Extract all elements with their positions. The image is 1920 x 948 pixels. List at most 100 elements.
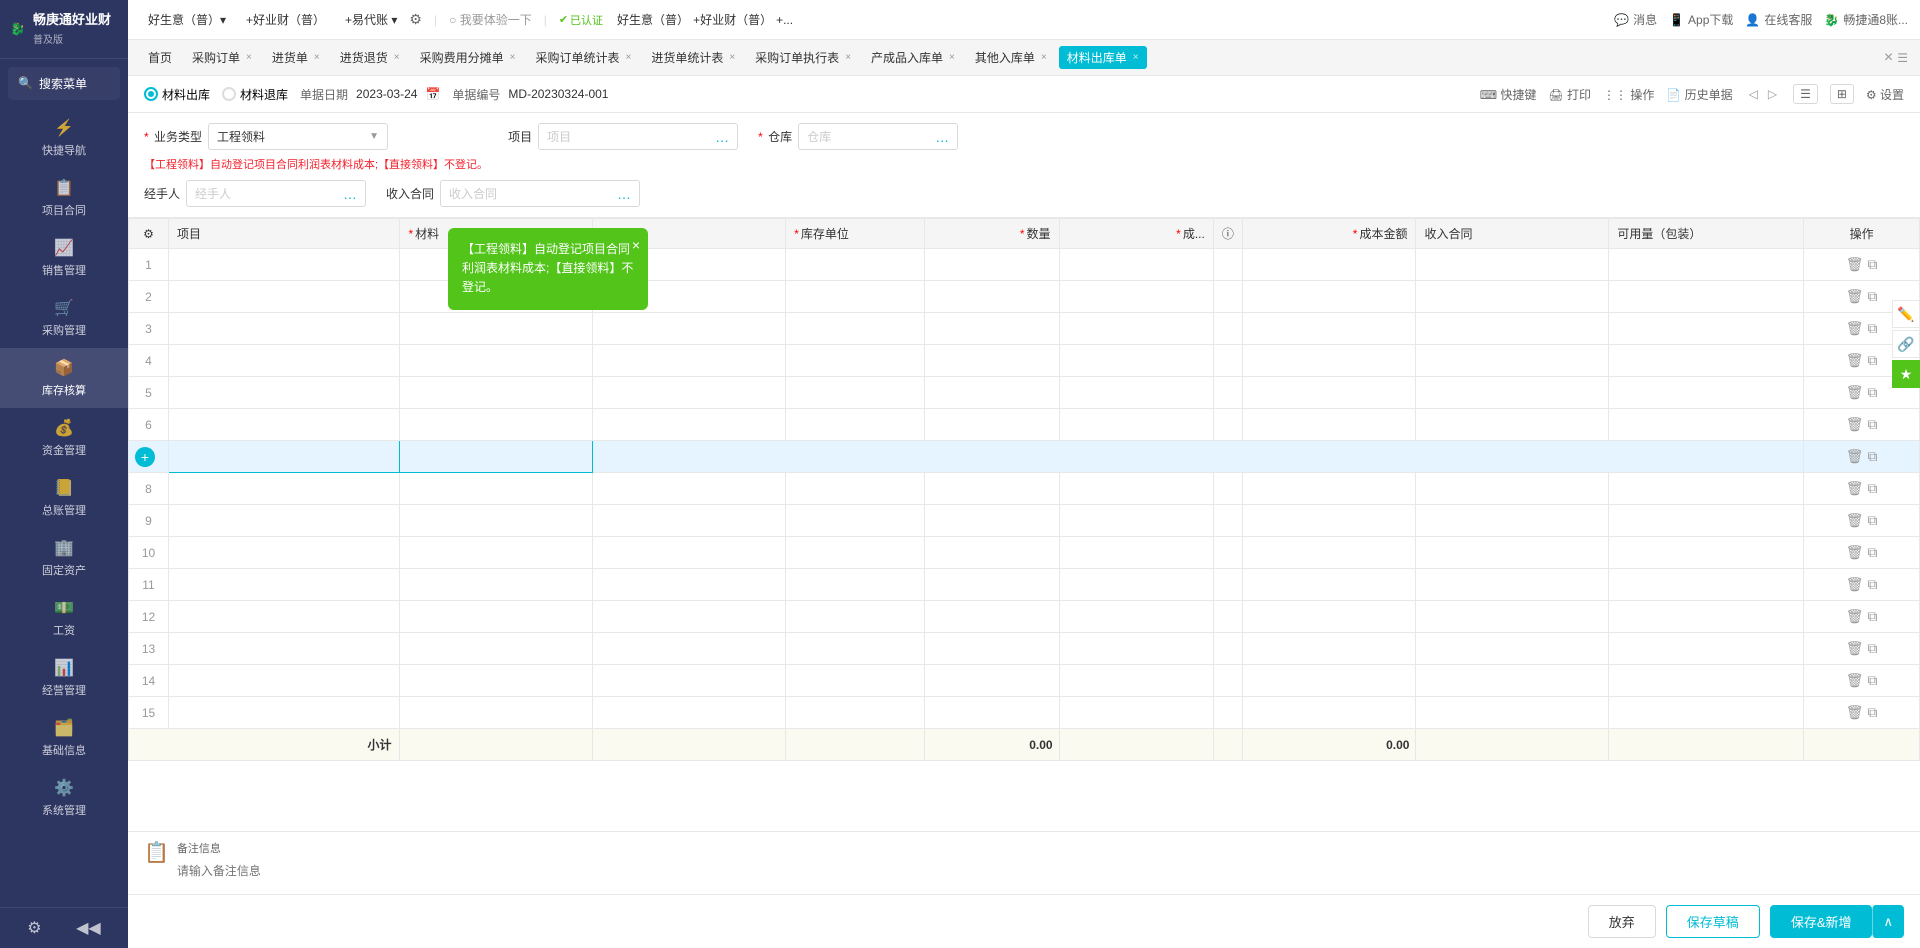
row14-delete[interactable]: 🗑 — [1846, 672, 1864, 689]
row1-amount[interactable] — [1242, 249, 1416, 281]
row1-cost[interactable] — [1059, 249, 1213, 281]
topbar-finance2[interactable]: +好业财（普） — [693, 11, 772, 28]
row9-copy[interactable]: ⧉ — [1867, 512, 1877, 529]
row4-delete-btn[interactable]: 🗑 — [1846, 352, 1864, 369]
radio-material-return[interactable]: 材料退库 — [222, 86, 288, 103]
sidebar-item-base[interactable]: 🗂️ 基础信息 — [0, 708, 128, 768]
print-btn[interactable]: 🖨 打印 — [1548, 86, 1591, 103]
tab-material-out[interactable]: 材料出库单 × — [1059, 46, 1147, 69]
tab-home[interactable]: 首页 — [140, 46, 180, 69]
tab-finished-goods[interactable]: 产成品入库单 × — [863, 46, 963, 69]
row4-unit[interactable] — [786, 345, 924, 377]
settings-bottom-icon[interactable]: ⚙ — [27, 918, 41, 938]
tab-inbound-return[interactable]: 进货退货 × — [332, 46, 408, 69]
add-row-col2[interactable] — [400, 441, 593, 473]
sidebar-item-inventory[interactable]: 📦 库存核算 — [0, 348, 128, 408]
income-contract-input[interactable]: 收入合同 … — [440, 180, 640, 207]
row2-amount[interactable] — [1242, 281, 1416, 313]
row1-qty[interactable] — [924, 249, 1059, 281]
row2-unit[interactable] — [786, 281, 924, 313]
tab-purchase-fee[interactable]: 采购费用分摊单 × — [412, 46, 524, 69]
topbar-more[interactable]: +... — [776, 13, 793, 27]
row15-delete[interactable]: 🗑 — [1846, 704, 1864, 721]
row5-spec[interactable] — [593, 377, 786, 409]
side-icon-link[interactable]: 🔗 — [1892, 330, 1920, 358]
row4-contract[interactable] — [1416, 345, 1609, 377]
th-settings[interactable]: ⚙ — [129, 219, 169, 249]
row6-qty[interactable] — [924, 409, 1059, 441]
topbar-eztax[interactable]: +易代账 ▾ — [337, 7, 405, 32]
row6-cost[interactable] — [1059, 409, 1213, 441]
row5-unit[interactable] — [786, 377, 924, 409]
income-contract-dots-btn[interactable]: … — [617, 186, 631, 202]
row2-qty[interactable] — [924, 281, 1059, 313]
calendar-icon[interactable]: 📅 — [425, 87, 440, 101]
topbar-goodbiz[interactable]: 好生意（普）▾ — [140, 7, 234, 32]
warehouse-input[interactable]: 仓库 … — [798, 123, 958, 150]
project-dots-btn[interactable]: … — [715, 129, 729, 145]
tab-more-options[interactable]: ☰ — [1897, 51, 1908, 65]
row11-delete[interactable]: 🗑 — [1846, 576, 1864, 593]
row6-spec[interactable] — [593, 409, 786, 441]
row1-unit[interactable] — [786, 249, 924, 281]
row3-copy-btn[interactable]: ⧉ — [1867, 320, 1877, 337]
tab-purchase-order[interactable]: 采购订单 × — [184, 46, 260, 69]
prev-arrow[interactable]: ◁ — [1745, 85, 1762, 103]
tab-other-inbound[interactable]: 其他入库单 × — [967, 46, 1055, 69]
remarks-input[interactable] — [177, 856, 332, 886]
sidebar-search[interactable]: 🔍 搜索菜单 — [8, 67, 120, 100]
row6-amount[interactable] — [1242, 409, 1416, 441]
handler-dots-btn[interactable]: … — [343, 186, 357, 202]
row1-copy-btn[interactable]: ⧉ — [1867, 256, 1877, 273]
operation-btn[interactable]: ⋮⋮ 操作 — [1603, 86, 1654, 103]
row5-qty[interactable] — [924, 377, 1059, 409]
sidebar-item-ledger[interactable]: 📒 总账管理 — [0, 468, 128, 528]
sidebar-item-fixed[interactable]: 🏢 固定资产 — [0, 528, 128, 588]
row5-contract[interactable] — [1416, 377, 1609, 409]
row3-project[interactable] — [169, 313, 400, 345]
date-value[interactable]: 2023-03-24 — [356, 87, 417, 101]
row15-copy[interactable]: ⧉ — [1867, 704, 1877, 721]
row4-material[interactable] — [400, 345, 593, 377]
row3-unit[interactable] — [786, 313, 924, 345]
sidebar-item-salary[interactable]: 💵 工资 — [0, 588, 128, 648]
collapse-icon[interactable]: ◀◀ — [76, 918, 101, 938]
side-icon-star[interactable]: ★ — [1892, 360, 1920, 388]
list-view-btn[interactable]: ☰ — [1793, 84, 1818, 104]
row2-cost[interactable] — [1059, 281, 1213, 313]
row6-copy-btn[interactable]: ⧉ — [1867, 416, 1877, 433]
row5-cost[interactable] — [1059, 377, 1213, 409]
sidebar-item-purchase[interactable]: 🛒 采购管理 — [0, 288, 128, 348]
draft-button[interactable]: 保存草稿 — [1666, 905, 1760, 938]
row3-material[interactable] — [400, 313, 593, 345]
row1-delete-btn[interactable]: 🗑 — [1846, 256, 1864, 273]
row9-delete[interactable]: 🗑 — [1846, 512, 1864, 529]
side-icon-edit[interactable]: ✏️ — [1892, 300, 1920, 328]
row6-material[interactable] — [400, 409, 593, 441]
tooltip-close-btn[interactable]: × — [632, 234, 640, 256]
add-row-delete-btn[interactable]: 🗑 — [1846, 448, 1864, 465]
row12-copy[interactable]: ⧉ — [1867, 608, 1877, 625]
sidebar-item-system[interactable]: ⚙️ 系统管理 — [0, 768, 128, 828]
row6-delete-btn[interactable]: 🗑 — [1846, 416, 1864, 433]
topbar-experience[interactable]: ○ 我要体验一下 — [449, 11, 532, 28]
row4-copy-btn[interactable]: ⧉ — [1867, 352, 1877, 369]
row11-copy[interactable]: ⧉ — [1867, 576, 1877, 593]
row10-delete[interactable]: 🗑 — [1846, 544, 1864, 561]
sidebar-item-project[interactable]: 📋 项目合同 — [0, 168, 128, 228]
row5-project[interactable] — [169, 377, 400, 409]
row6-unit[interactable] — [786, 409, 924, 441]
radio-material-out[interactable]: 材料出库 — [144, 86, 210, 103]
warehouse-dots-btn[interactable]: … — [935, 129, 949, 145]
settings-form-btn[interactable]: ⚙ 设置 — [1866, 86, 1904, 103]
topbar-goodfinance[interactable]: +好业财（普） — [238, 7, 333, 32]
tab-inbound-stat[interactable]: 进货单统计表 × — [643, 46, 743, 69]
topbar-settings[interactable]: ⚙ — [409, 11, 422, 28]
row5-copy-btn[interactable]: ⧉ — [1867, 384, 1877, 401]
row2-delete-btn[interactable]: 🗑 — [1846, 288, 1864, 305]
row6-contract[interactable] — [1416, 409, 1609, 441]
tab-purchase-stat[interactable]: 采购订单统计表 × — [527, 46, 639, 69]
add-row-btn-cell[interactable]: + — [129, 441, 169, 473]
tab-inbound[interactable]: 进货单 × — [264, 46, 328, 69]
topbar-service[interactable]: 👤 在线客服 — [1745, 11, 1812, 28]
